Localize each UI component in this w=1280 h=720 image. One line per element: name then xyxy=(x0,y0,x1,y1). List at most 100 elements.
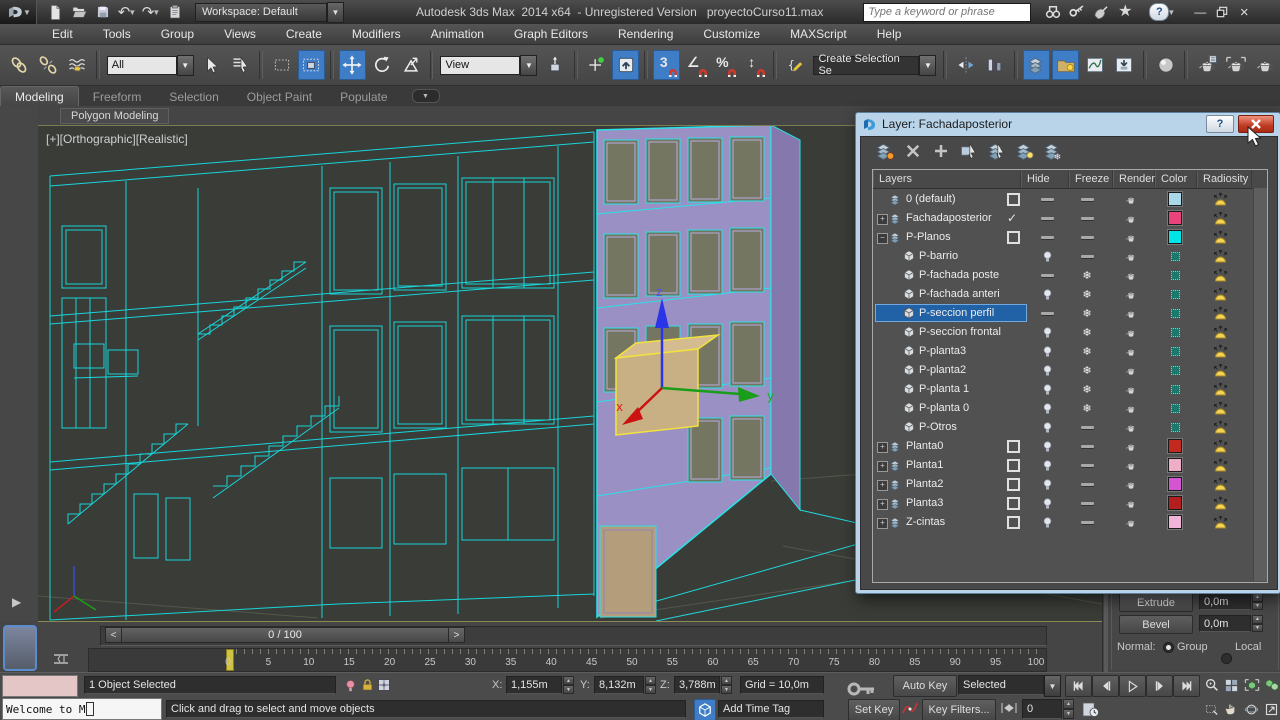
column-header-freeze[interactable]: Freeze xyxy=(1069,170,1113,187)
freeze-toggle-icon[interactable]: ❄ xyxy=(1079,326,1095,339)
help-dropdown-arrow[interactable]: ▼ xyxy=(1167,8,1175,17)
key-curve-icon[interactable] xyxy=(902,701,918,720)
radiosity-icon[interactable] xyxy=(1212,401,1228,415)
column-header-hide[interactable]: Hide xyxy=(1021,170,1069,187)
select-and-scale[interactable] xyxy=(397,50,424,80)
communication-center-icon[interactable] xyxy=(1089,2,1113,22)
ribbon-tab-modeling[interactable]: Modeling xyxy=(0,86,79,106)
layer-row[interactable]: − P-Planos xyxy=(873,228,1267,247)
layer-manager[interactable] xyxy=(1022,50,1051,80)
search-binoculars-icon[interactable] xyxy=(1041,2,1065,22)
render-toggle-icon[interactable] xyxy=(1123,364,1139,377)
named-selection-sets-dropdown[interactable]: Create Selection Se ▼ xyxy=(813,53,937,77)
freeze-toggle-icon[interactable] xyxy=(1079,421,1095,434)
color-swatch[interactable] xyxy=(1167,439,1183,453)
project-folder-icon[interactable] xyxy=(163,2,187,22)
layer-name[interactable]: Planta2 xyxy=(906,478,943,490)
layer-row[interactable]: P-barrio xyxy=(873,247,1267,266)
viewport-layout-arrow-icon[interactable]: ▶ xyxy=(12,595,21,609)
menu-tools[interactable]: Tools xyxy=(103,27,131,41)
layer-name[interactable]: Planta1 xyxy=(906,459,943,471)
render-toggle-icon[interactable] xyxy=(1123,193,1139,206)
current-layer-box[interactable] xyxy=(1007,440,1020,453)
next-frame-button[interactable]: > xyxy=(448,627,465,643)
hide-toggle-icon[interactable] xyxy=(1039,250,1055,263)
select-objects-in-layer-icon[interactable] xyxy=(955,139,983,163)
time-tag-cube-icon[interactable] xyxy=(694,699,716,720)
select-and-manipulate[interactable] xyxy=(583,50,610,80)
menu-animation[interactable]: Animation xyxy=(431,27,484,41)
layer-name[interactable]: P-planta 1 xyxy=(919,383,969,395)
ribbon-tab-populate[interactable]: Populate xyxy=(326,87,401,106)
freeze-toggle-icon[interactable] xyxy=(1079,497,1095,510)
polygon-modeling-panel[interactable]: Polygon Modeling xyxy=(60,107,170,124)
layer-dialog-titlebar[interactable]: Layer: Fachadaposterior ? xyxy=(856,113,1280,135)
pan-icon[interactable] xyxy=(1222,700,1241,718)
menu-create[interactable]: Create xyxy=(286,27,322,41)
layer-row[interactable]: + Z-cintas xyxy=(873,513,1267,532)
edit-named-sets[interactable]: { xyxy=(782,50,809,80)
current-frame-field[interactable]: 0 xyxy=(1022,699,1062,719)
select-and-link[interactable] xyxy=(5,50,32,80)
menu-graph-editors[interactable]: Graph Editors xyxy=(514,27,588,41)
layer-name[interactable]: P-fachada anteri xyxy=(919,288,1000,300)
color-swatch[interactable] xyxy=(1167,363,1183,377)
hide-toggle-icon[interactable] xyxy=(1039,497,1055,510)
reference-coordinate-dropdown[interactable]: View ▼ xyxy=(440,54,538,76)
hide-toggle-icon[interactable] xyxy=(1039,421,1055,434)
mirror[interactable] xyxy=(952,50,979,80)
hide-all-layers-icon[interactable] xyxy=(1011,139,1039,163)
layer-row[interactable]: P-seccion frontal ❄ xyxy=(873,323,1267,342)
render-toggle-icon[interactable] xyxy=(1123,516,1139,529)
color-swatch[interactable] xyxy=(1167,420,1183,434)
lock-selection-icon[interactable] xyxy=(359,676,375,694)
reference-coordinate-dropdown-arrow[interactable]: ▼ xyxy=(520,54,538,76)
radiosity-icon[interactable] xyxy=(1212,458,1228,472)
hide-toggle-icon[interactable] xyxy=(1039,231,1055,244)
z-spinner[interactable]: ▲ ▼ xyxy=(721,676,732,694)
curve-editor[interactable] xyxy=(1081,50,1108,80)
zoom-icon[interactable] xyxy=(1202,676,1221,694)
select-and-move[interactable] xyxy=(338,50,366,80)
layer-row[interactable]: P-planta 0 ❄ xyxy=(873,399,1267,418)
menu-views[interactable]: Views xyxy=(224,27,256,41)
layer-list-scrollbar[interactable] xyxy=(1253,188,1267,581)
select-by-name[interactable] xyxy=(227,50,254,80)
color-swatch[interactable] xyxy=(1167,515,1183,529)
expand-toggle-icon[interactable]: + xyxy=(877,214,888,225)
menu-customize[interactable]: Customize xyxy=(703,27,760,41)
frame-spinner[interactable]: ▲ ▼ xyxy=(1063,699,1074,719)
select-object[interactable] xyxy=(198,50,225,80)
freeze-toggle-icon[interactable] xyxy=(1079,193,1095,206)
favorites-star-icon[interactable]: ★ xyxy=(1113,2,1137,22)
ribbon-tab-freeform[interactable]: Freeform xyxy=(79,87,156,106)
render-toggle-icon[interactable] xyxy=(1123,326,1139,339)
freeze-toggle-icon[interactable] xyxy=(1079,459,1095,472)
freeze-toggle-icon[interactable] xyxy=(1079,516,1095,529)
current-layer-box[interactable] xyxy=(1007,231,1020,244)
layer-row[interactable]: + Planta1 xyxy=(873,456,1267,475)
render-toggle-icon[interactable] xyxy=(1123,288,1139,301)
radiosity-icon[interactable] xyxy=(1212,249,1228,263)
redo-icon[interactable]: ↷ ▼ xyxy=(139,2,163,22)
next-frame-icon[interactable] xyxy=(1146,675,1173,697)
layer-name[interactable]: P-planta2 xyxy=(919,364,966,376)
time-configuration-icon[interactable] xyxy=(1082,701,1099,720)
render-toggle-icon[interactable] xyxy=(1123,383,1139,396)
menu-help[interactable]: Help xyxy=(877,27,902,41)
x-spinner[interactable]: ▲ ▼ xyxy=(563,676,574,694)
layer-name[interactable]: Z-cintas xyxy=(906,516,945,528)
go-to-start-icon[interactable] xyxy=(1065,675,1092,697)
render-toggle-icon[interactable] xyxy=(1123,231,1139,244)
restore-icon[interactable] xyxy=(1211,3,1233,21)
layer-row[interactable]: P-fachada poste ❄ xyxy=(873,266,1267,285)
freeze-toggle-icon[interactable] xyxy=(1079,250,1095,263)
layer-row[interactable]: + Planta3 xyxy=(873,494,1267,513)
hide-toggle-icon[interactable] xyxy=(1039,345,1055,358)
close-icon[interactable]: × xyxy=(1233,3,1255,21)
freeze-toggle-icon[interactable]: ❄ xyxy=(1079,269,1095,282)
extrude-field[interactable]: 0,0m xyxy=(1199,593,1251,610)
hide-toggle-icon[interactable] xyxy=(1039,326,1055,339)
normal-local-radio[interactable] xyxy=(1221,653,1232,664)
angle-snap[interactable]: ∠ xyxy=(682,50,709,80)
